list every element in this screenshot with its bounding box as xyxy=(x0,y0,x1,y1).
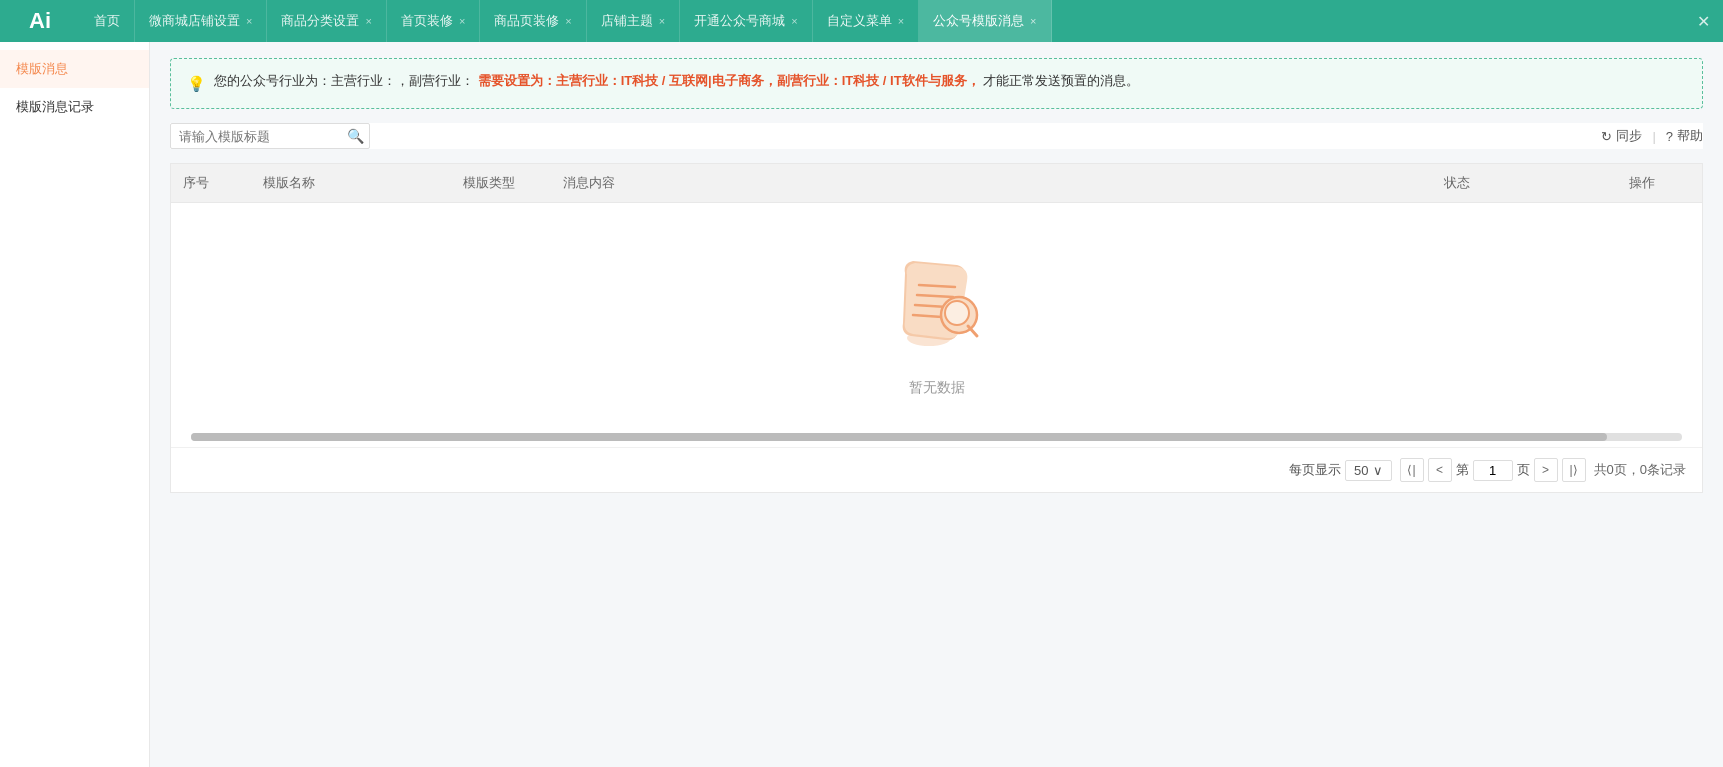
search-input[interactable] xyxy=(179,129,347,144)
sync-icon: ↻ xyxy=(1601,129,1612,144)
dropdown-icon: ∨ xyxy=(1373,463,1383,478)
tab-open-mall-label: 开通公众号商城 xyxy=(694,12,785,30)
nav-tabs: 首页 微商城店铺设置 × 商品分类设置 × 首页装修 × 商品页装修 × 店铺主… xyxy=(80,0,1683,42)
tab-open-mall[interactable]: 开通公众号商城 × xyxy=(680,0,812,42)
first-page-button[interactable]: ⟨| xyxy=(1400,458,1424,482)
tab-shop-settings-close[interactable]: × xyxy=(246,15,252,27)
tab-template-msg-close[interactable]: × xyxy=(1030,15,1036,27)
prev-page-button[interactable]: < xyxy=(1428,458,1452,482)
tab-home-decoration-label: 首页装修 xyxy=(401,12,453,30)
search-icon[interactable]: 🔍 xyxy=(347,128,364,144)
notice-text-prefix: 您的公众号行业为：主营行业：，副营行业： xyxy=(214,73,474,88)
scrollbar-track[interactable] xyxy=(191,433,1682,441)
pagination: 每页显示 50 ∨ ⟨| < 第 页 > |⟩ 共0页，0条记录 xyxy=(171,447,1702,492)
tab-custom-menu-label: 自定义菜单 xyxy=(827,12,892,30)
empty-icon xyxy=(877,243,997,363)
th-seq-label: 序号 xyxy=(183,175,209,190)
th-op-label: 操作 xyxy=(1629,175,1655,190)
th-op: 操作 xyxy=(1582,164,1702,202)
tab-shop-theme-close[interactable]: × xyxy=(659,15,665,27)
notice-highlight: 需要设置为：主营行业：IT科技 / 互联网|电子商务，副营行业：IT科技 / I… xyxy=(478,73,980,88)
app-logo: Ai xyxy=(0,0,80,42)
sidebar-item-template-msg-record[interactable]: 模版消息记录 xyxy=(0,88,149,126)
top-navigation: Ai 首页 微商城店铺设置 × 商品分类设置 × 首页装修 × 商品页装修 × … xyxy=(0,0,1723,42)
page-prefix: 第 xyxy=(1456,461,1469,479)
th-status: 状态 xyxy=(1432,164,1582,202)
per-page-dropdown[interactable]: 50 ∨ xyxy=(1345,460,1391,481)
tab-home-label: 首页 xyxy=(94,12,120,30)
notice-text-suffix: 才能正常发送预置的消息。 xyxy=(983,73,1139,88)
page-input[interactable] xyxy=(1473,460,1513,481)
th-type-label: 模版类型 xyxy=(463,175,515,190)
sidebar-item-template-msg-label: 模版消息 xyxy=(16,61,68,76)
toolbar-right: ↻ 同步 | ? 帮助 xyxy=(1601,127,1703,145)
tab-shop-settings[interactable]: 微商城店铺设置 × xyxy=(135,0,267,42)
empty-text: 暂无数据 xyxy=(909,379,965,397)
per-page-value: 50 xyxy=(1354,463,1368,478)
th-name-label: 模版名称 xyxy=(263,175,315,190)
sync-button[interactable]: ↻ 同步 xyxy=(1601,127,1642,145)
tab-custom-menu[interactable]: 自定义菜单 × xyxy=(813,0,919,42)
notice-text: 您的公众号行业为：主营行业：，副营行业： 需要设置为：主营行业：IT科技 / 互… xyxy=(214,71,1139,92)
logo-text: Ai xyxy=(29,8,51,34)
close-all-button[interactable]: ✕ xyxy=(1683,0,1723,42)
search-box[interactable]: 🔍 xyxy=(170,123,370,149)
tab-open-mall-close[interactable]: × xyxy=(791,15,797,27)
toolbar-divider: | xyxy=(1652,129,1655,144)
notice-icon: 💡 xyxy=(187,72,206,96)
sidebar-item-template-msg-record-label: 模版消息记录 xyxy=(16,99,94,114)
tab-product-decoration[interactable]: 商品页装修 × xyxy=(480,0,586,42)
th-type: 模版类型 xyxy=(451,164,551,202)
tab-template-msg[interactable]: 公众号模版消息 × xyxy=(919,0,1051,42)
table-header: 序号 模版名称 模版类型 消息内容 状态 操作 xyxy=(171,164,1702,203)
content-area: 💡 您的公众号行业为：主营行业：，副营行业： 需要设置为：主营行业：IT科技 /… xyxy=(150,42,1723,767)
tab-category-settings[interactable]: 商品分类设置 × xyxy=(267,0,386,42)
next-page-button[interactable]: > xyxy=(1534,458,1558,482)
toolbar: 🔍 ↻ 同步 | ? 帮助 xyxy=(170,123,1703,149)
tab-category-settings-label: 商品分类设置 xyxy=(281,12,359,30)
sync-label: 同步 xyxy=(1616,127,1642,145)
th-status-label: 状态 xyxy=(1444,175,1470,190)
tab-product-decoration-label: 商品页装修 xyxy=(494,12,559,30)
tab-shop-settings-label: 微商城店铺设置 xyxy=(149,12,240,30)
tab-shop-theme[interactable]: 店铺主题 × xyxy=(587,0,680,42)
data-table: 序号 模版名称 模版类型 消息内容 状态 操作 xyxy=(170,163,1703,493)
scrollbar-area xyxy=(171,427,1702,447)
main-layout: 模版消息 模版消息记录 💡 您的公众号行业为：主营行业：，副营行业： 需要设置为… xyxy=(0,42,1723,767)
page-nav: ⟨| < 第 页 > |⟩ xyxy=(1400,458,1586,482)
last-page-button[interactable]: |⟩ xyxy=(1562,458,1586,482)
th-seq: 序号 xyxy=(171,164,251,202)
tab-template-msg-label: 公众号模版消息 xyxy=(933,12,1024,30)
tab-category-settings-close[interactable]: × xyxy=(365,15,371,27)
th-content-label: 消息内容 xyxy=(563,175,615,190)
tab-shop-theme-label: 店铺主题 xyxy=(601,12,653,30)
help-label: 帮助 xyxy=(1677,127,1703,145)
svg-point-6 xyxy=(945,301,969,325)
tab-home[interactable]: 首页 xyxy=(80,0,135,42)
empty-state: 暂无数据 xyxy=(171,203,1702,427)
tab-home-decoration-close[interactable]: × xyxy=(459,15,465,27)
help-icon: ? xyxy=(1666,129,1673,144)
tab-home-decoration[interactable]: 首页装修 × xyxy=(387,0,480,42)
tab-product-decoration-close[interactable]: × xyxy=(565,15,571,27)
total-label: 共0页，0条记录 xyxy=(1594,461,1686,479)
help-button[interactable]: ? 帮助 xyxy=(1666,127,1703,145)
page-label: 页 xyxy=(1517,461,1530,479)
tab-custom-menu-close[interactable]: × xyxy=(898,15,904,27)
sidebar: 模版消息 模版消息记录 xyxy=(0,42,150,767)
th-name: 模版名称 xyxy=(251,164,451,202)
scrollbar-thumb[interactable] xyxy=(191,433,1607,441)
page-size-select: 每页显示 50 ∨ xyxy=(1289,460,1391,481)
sidebar-item-template-msg[interactable]: 模版消息 xyxy=(0,50,149,88)
per-page-label: 每页显示 xyxy=(1289,461,1341,479)
th-content: 消息内容 xyxy=(551,164,1432,202)
notice-box: 💡 您的公众号行业为：主营行业：，副营行业： 需要设置为：主营行业：IT科技 /… xyxy=(170,58,1703,109)
